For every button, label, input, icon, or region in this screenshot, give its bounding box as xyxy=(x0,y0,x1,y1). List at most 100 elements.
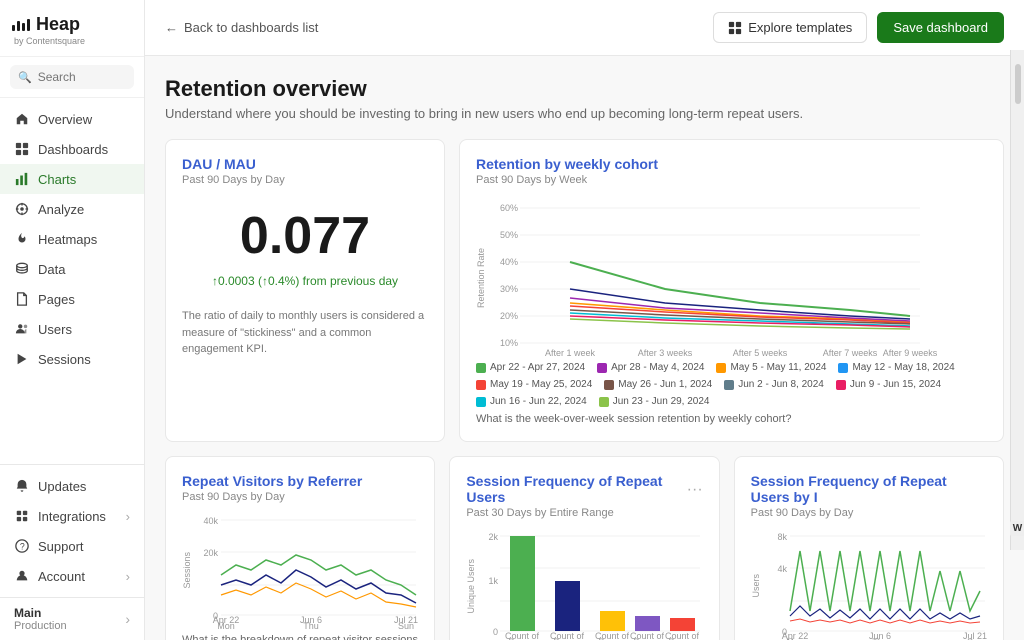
svg-text:1k: 1k xyxy=(489,576,499,586)
explore-templates-button[interactable]: Explore templates xyxy=(713,12,867,43)
repeat-visitors-chart: 40k 20k 0 Apr 22 Mon Jun 6 Thu Jul 21 S xyxy=(196,515,416,625)
topbar: ← Back to dashboards list Explore templa… xyxy=(145,0,1024,56)
repeat-visitors-card: Repeat Visitors by Referrer Past 90 Days… xyxy=(165,456,435,640)
logo-bar-1 xyxy=(12,25,15,31)
help-icon: ? xyxy=(14,538,30,554)
scrollbar-thumb[interactable] xyxy=(1015,64,1021,104)
workspace-arrow-icon: › xyxy=(125,611,130,627)
svg-text:50%: 50% xyxy=(500,230,518,240)
legend-item-9: Jun 23 - Jun 29, 2024 xyxy=(599,396,710,407)
users-icon xyxy=(14,321,30,337)
svg-text:8k: 8k xyxy=(777,532,787,542)
session-freq-menu-icon[interactable]: ··· xyxy=(687,481,703,499)
sidebar-item-overview[interactable]: Overview xyxy=(0,104,144,134)
back-link[interactable]: ← Back to dashboards list xyxy=(165,20,318,35)
logo-icon xyxy=(12,19,30,31)
legend-item-5: May 26 - Jun 1, 2024 xyxy=(604,379,712,390)
workspace-name: Production xyxy=(14,620,67,632)
file-icon xyxy=(14,291,30,307)
svg-text:After 5 weeks: After 5 weeks xyxy=(733,348,788,358)
database-icon xyxy=(14,261,30,277)
dau-mau-card: DAU / MAU Past 90 Days by Day 0.077 ↑0.0… xyxy=(165,139,445,442)
content-area: Retention overview Understand where you … xyxy=(145,56,1024,640)
logo-bar-4 xyxy=(27,19,30,31)
svg-text:Mon: Mon xyxy=(217,621,235,631)
sidebar-item-account[interactable]: Account xyxy=(0,561,144,591)
sidebar-item-updates[interactable]: Updates xyxy=(0,471,144,501)
svg-text:4k: 4k xyxy=(777,564,787,574)
search-icon: 🔍 xyxy=(18,71,32,84)
sidebar-item-heatmaps[interactable]: Heatmaps xyxy=(0,224,144,254)
session-freq-y-axis-label: Unique Users xyxy=(466,559,476,614)
topbar-actions: Explore templates Save dashboard xyxy=(713,12,1004,43)
scrollbar-track[interactable]: W xyxy=(1010,50,1024,550)
session-freq-card: Session Frequency of Repeat Users ··· Pa… xyxy=(449,456,719,640)
search-wrapper[interactable]: 🔍 xyxy=(10,65,134,89)
sidebar-item-dashboards[interactable]: Dashboards xyxy=(0,134,144,164)
session-freq-by-card: Session Frequency of Repeat Users by I P… xyxy=(734,456,1004,640)
templates-icon xyxy=(728,21,742,35)
repeat-visitors-desc: What is the breakdown of repeat visitor … xyxy=(182,633,418,640)
sidebar-item-data[interactable]: Data xyxy=(0,254,144,284)
retention-y-axis-label: Retention Rate xyxy=(476,248,486,308)
scrollbar-label: W xyxy=(1010,521,1024,536)
session-freq-chart: 2k 1k 0 Count of Sess... Count of Ses xyxy=(480,531,700,640)
cards-row-2: Repeat Visitors by Referrer Past 90 Days… xyxy=(165,456,1004,640)
page-subtitle: Understand where you should be investing… xyxy=(165,106,1004,121)
svg-text:Sun: Sun xyxy=(398,621,414,631)
save-dashboard-button[interactable]: Save dashboard xyxy=(877,12,1004,43)
back-arrow-icon: ← xyxy=(165,20,178,35)
svg-text:40%: 40% xyxy=(500,257,518,267)
page-title: Retention overview xyxy=(165,76,1004,102)
retention-chart: 60% 50% 40% 30% 20% 10% After 1 week Aft… xyxy=(490,198,920,358)
svg-text:?: ? xyxy=(20,542,25,552)
bar-chart-icon xyxy=(14,171,30,187)
repeat-y-axis-label: Sessions xyxy=(182,552,192,589)
logo-bar-3 xyxy=(22,23,25,31)
search-input[interactable] xyxy=(38,70,126,84)
retention-card-subtitle: Past 90 Days by Week xyxy=(476,174,987,186)
workspace-row[interactable]: Main Production › xyxy=(14,606,130,632)
sidebar-item-integrations[interactable]: Integrations xyxy=(0,501,144,531)
svg-text:Thu: Thu xyxy=(303,621,319,631)
svg-text:20%: 20% xyxy=(500,311,518,321)
crosshair-icon xyxy=(14,201,30,217)
sidebar-item-pages[interactable]: Pages xyxy=(0,284,144,314)
grid-icon xyxy=(14,141,30,157)
sidebar-item-users[interactable]: Users xyxy=(0,314,144,344)
svg-text:30%: 30% xyxy=(500,284,518,294)
svg-text:After 1 week: After 1 week xyxy=(545,348,596,358)
repeat-visitors-subtitle: Past 90 Days by Day xyxy=(182,491,418,503)
main-content: ← Back to dashboards list Explore templa… xyxy=(145,0,1024,640)
dau-metric-value: 0.077 xyxy=(182,206,428,266)
session-freq-by-subtitle: Past 90 Days by Day xyxy=(751,507,987,519)
sidebar: Heap by Contentsquare 🔍 Overview Dashboa… xyxy=(0,0,145,640)
svg-text:40k: 40k xyxy=(203,516,218,526)
session-freq-subtitle: Past 30 Days by Entire Range xyxy=(466,507,702,519)
sidebar-item-support[interactable]: ? Support xyxy=(0,531,144,561)
flame-icon xyxy=(14,231,30,247)
dau-card-subtitle: Past 90 Days by Day xyxy=(182,174,428,186)
session-freq-by-title: Session Frequency of Repeat Users by I xyxy=(751,473,987,505)
play-icon xyxy=(14,351,30,367)
sidebar-item-analyze[interactable]: Analyze xyxy=(0,194,144,224)
person-icon xyxy=(14,568,30,584)
workspace-main-label: Main xyxy=(14,606,67,620)
legend-item-3: May 12 - May 18, 2024 xyxy=(838,362,954,373)
legend-item-7: Jun 9 - Jun 15, 2024 xyxy=(836,379,941,390)
logo-subtext: by Contentsquare xyxy=(12,36,132,46)
svg-text:0: 0 xyxy=(493,627,498,637)
svg-text:20k: 20k xyxy=(203,548,218,558)
legend-item-6: Jun 2 - Jun 8, 2024 xyxy=(724,379,824,390)
sidebar-item-charts[interactable]: Charts xyxy=(0,164,144,194)
logo: Heap xyxy=(12,14,132,35)
legend-item-1: Apr 28 - May 4, 2024 xyxy=(597,362,704,373)
retention-card: Retention by weekly cohort Past 90 Days … xyxy=(459,139,1004,442)
svg-text:2k: 2k xyxy=(489,532,499,542)
main-nav: Overview Dashboards Charts Analyze Heatm… xyxy=(0,98,144,464)
sidebar-item-sessions[interactable]: Sessions xyxy=(0,344,144,374)
svg-text:After 7 weeks: After 7 weeks xyxy=(823,348,878,358)
svg-text:After 3 weeks: After 3 weeks xyxy=(638,348,693,358)
puzzle-icon xyxy=(14,508,30,524)
session-freq-by-y-axis-label: Users xyxy=(751,574,761,598)
